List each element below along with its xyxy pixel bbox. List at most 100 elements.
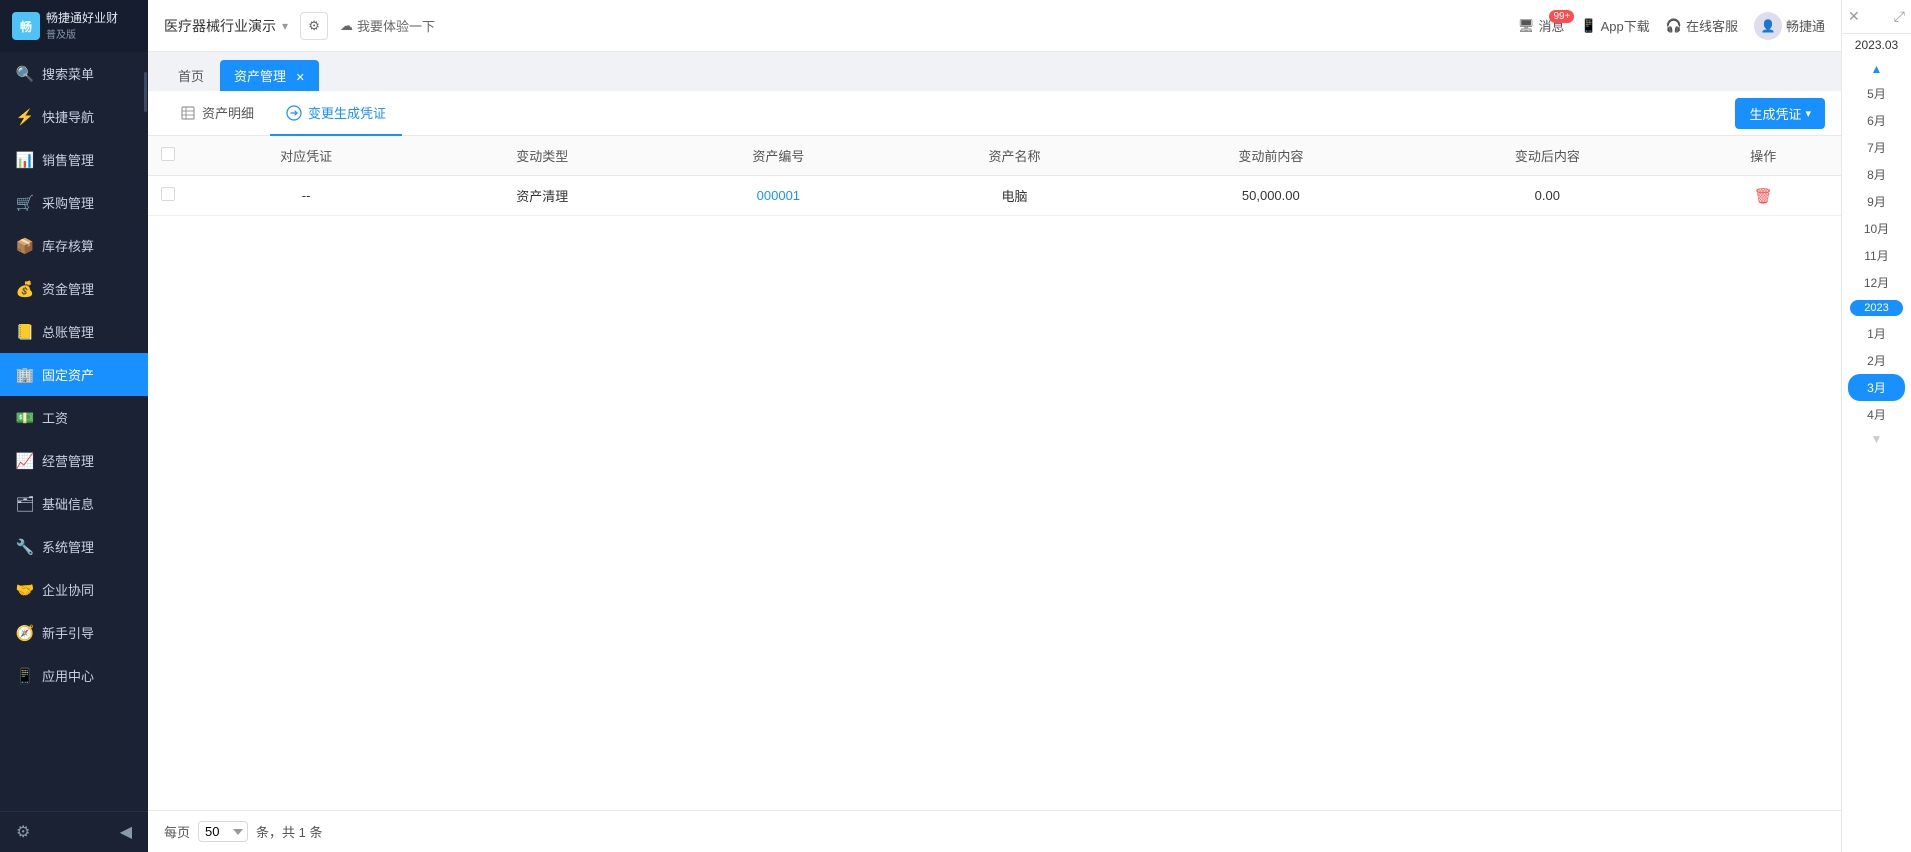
settings-icon[interactable]: ⚙	[16, 822, 30, 842]
sidebar-item-salary[interactable]: 💵 工资	[0, 396, 148, 439]
timeline: ▲ 5月6月7月8月9月10月11月12月20231月2月3月4月 ▼	[1842, 54, 1911, 852]
guide-icon: 🧭	[16, 624, 34, 642]
sidebar-item-label-inventory: 库存核算	[42, 236, 94, 255]
sidebar-item-basic-info[interactable]: 🗂 基础信息	[0, 482, 148, 525]
timeline-month-12[interactable]: 12月	[1842, 269, 1911, 296]
cell-asset-no-0: 000001	[660, 176, 896, 216]
header-checkbox-cell	[148, 136, 188, 176]
system-icon: 🔧	[16, 538, 34, 556]
sidebar-item-label-salary: 工资	[42, 408, 68, 427]
sidebar-item-label-purchase: 采购管理	[42, 193, 94, 212]
sidebar-scrollbar	[142, 52, 148, 811]
online-service-button[interactable]: 🎧 在线客服	[1666, 16, 1738, 35]
company-selector[interactable]: 医疗器械行业演示 ▾	[164, 16, 288, 36]
right-panel-close-icon[interactable]: ✕	[1848, 8, 1860, 25]
sidebar-item-operations[interactable]: 📈 经营管理	[0, 439, 148, 482]
tab-asset-management[interactable]: 资产管理 ✕	[220, 60, 319, 91]
header-checkbox[interactable]	[161, 147, 175, 161]
total-count: 条，共 1 条	[256, 822, 322, 841]
tab-close-icon[interactable]: ✕	[296, 72, 305, 84]
sidebar-item-label-system: 系统管理	[42, 537, 94, 556]
settings-button[interactable]: ⚙	[300, 12, 328, 40]
sidebar-logo: 畅 畅捷通好业财 普及版	[0, 0, 148, 52]
right-panel-expand-icon[interactable]: ⤢	[1894, 8, 1905, 25]
cell-change-type-0: 资产清理	[424, 176, 660, 216]
table-icon	[180, 105, 196, 121]
app-download-button[interactable]: 📱 App下载	[1580, 16, 1649, 35]
tab-asset-detail[interactable]: 资产明细	[164, 91, 270, 136]
funds-icon: 💰	[16, 280, 34, 298]
sidebar-item-fixed-assets[interactable]: 🏢 固定资产	[0, 353, 148, 396]
timeline-month-5[interactable]: 5月	[1842, 80, 1911, 107]
sidebar-item-purchase[interactable]: 🛒 采购管理	[0, 181, 148, 224]
collapse-icon[interactable]: ◀	[120, 822, 132, 842]
timeline-month-8[interactable]: 8月	[1842, 161, 1911, 188]
cell-after-change-0: 0.00	[1409, 176, 1686, 216]
cell-asset-name-0: 电脑	[896, 176, 1132, 216]
header-change-type: 变动类型	[424, 136, 660, 176]
timeline-month-3[interactable]: 3月	[1848, 374, 1905, 401]
timeline-current-label: 2023.03	[1842, 34, 1911, 54]
timeline-down-arrow[interactable]: ▼	[1842, 428, 1911, 450]
table-header-row: 对应凭证 变动类型 资产编号 资产名称 变动前内容 变动后内容 操作	[148, 136, 1841, 176]
timeline-month-11[interactable]: 11月	[1842, 242, 1911, 269]
timeline-month-9[interactable]: 9月	[1842, 188, 1911, 215]
header-before-change: 变动前内容	[1133, 136, 1410, 176]
right-panel: ✕ ⤢ 2023.03 ▲ 5月6月7月8月9月10月11月12月20231月2…	[1841, 0, 1911, 852]
tab-home[interactable]: 首页	[164, 60, 218, 91]
cell-before-change-0: 50,000.00	[1133, 176, 1410, 216]
timeline-month-7[interactable]: 7月	[1842, 134, 1911, 161]
timeline-month-2[interactable]: 2月	[1842, 347, 1911, 374]
experience-button[interactable]: ☁ 我要体验一下	[340, 16, 435, 35]
header-voucher: 对应凭证	[188, 136, 424, 176]
row-checkbox-0[interactable]	[161, 187, 175, 201]
sidebar-bottom: ⚙ ◀	[0, 811, 148, 852]
timeline-month-1[interactable]: 1月	[1842, 320, 1911, 347]
timeline-up-arrow[interactable]: ▲	[1842, 58, 1911, 80]
pagination-bar: 每页 50 10 20 100 条，共 1 条	[148, 810, 1841, 852]
topbar-right: 🖥 消息 99+ 📱 App下载 🎧 在线客服 👤 畅捷通	[1518, 12, 1825, 40]
tab-change-voucher[interactable]: 变更生成凭证	[270, 91, 402, 136]
service-icon: 🎧	[1666, 18, 1682, 34]
sidebar-item-guide[interactable]: 🧭 新手引导	[0, 611, 148, 654]
salary-icon: 💵	[16, 409, 34, 427]
timeline-month-10[interactable]: 10月	[1842, 215, 1911, 242]
fixed-assets-icon: 🏢	[16, 366, 34, 384]
sidebar-item-label-ledger: 总账管理	[42, 322, 94, 341]
app-center-icon: 📱	[16, 667, 34, 685]
change-icon	[286, 105, 302, 121]
timeline-month-4[interactable]: 4月	[1842, 401, 1911, 428]
inventory-icon: 📦	[16, 237, 34, 255]
topbar: 医疗器械行业演示 ▾ ⚙ ☁ 我要体验一下 🖥 消息 99+ 📱 App下载 🎧…	[148, 0, 1841, 52]
sidebar-item-system[interactable]: 🔧 系统管理	[0, 525, 148, 568]
generate-voucher-label: 生成凭证	[1749, 104, 1801, 123]
sidebar-item-quick-nav[interactable]: ⚡ 快捷导航	[0, 95, 148, 138]
sidebar-item-collaboration[interactable]: 🤝 企业协同	[0, 568, 148, 611]
delete-row-icon[interactable]: 🗑	[1754, 188, 1773, 205]
header-action: 操作	[1686, 136, 1841, 176]
sidebar-item-app-center[interactable]: 📱 应用中心	[0, 654, 148, 697]
sidebar-item-search[interactable]: 🔍 搜索菜单	[0, 52, 148, 95]
data-table: 对应凭证 变动类型 资产编号 资产名称 变动前内容 变动后内容 操作 -- 资产…	[148, 136, 1841, 216]
page-tabs: 首页 资产管理 ✕	[148, 52, 1841, 91]
messages-button[interactable]: 🖥 消息 99+	[1518, 16, 1565, 35]
sidebar: 畅 畅捷通好业财 普及版 🔍 搜索菜单 ⚡ 快捷导航 📊 销售管理 🛒 采购管理…	[0, 0, 148, 852]
purchase-icon: 🛒	[16, 194, 34, 212]
sidebar-item-label-app-center: 应用中心	[42, 666, 94, 685]
per-page-select[interactable]: 50 10 20 100	[198, 821, 248, 842]
sidebar-item-inventory[interactable]: 📦 库存核算	[0, 224, 148, 267]
search-icon: 🔍	[16, 65, 34, 83]
company-arrow-icon: ▾	[282, 19, 288, 33]
timeline-month-6[interactable]: 6月	[1842, 107, 1911, 134]
table-row: -- 资产清理 000001 电脑 50,000.00 0.00 🗑	[148, 176, 1841, 216]
sidebar-item-ledger[interactable]: 📒 总账管理	[0, 310, 148, 353]
user-menu[interactable]: 👤 畅捷通	[1754, 12, 1825, 40]
sidebar-item-label-quick-nav: 快捷导航	[42, 107, 94, 126]
generate-voucher-button[interactable]: 生成凭证 ▾	[1735, 98, 1825, 129]
main-content: 医疗器械行业演示 ▾ ⚙ ☁ 我要体验一下 🖥 消息 99+ 📱 App下载 🎧…	[148, 0, 1841, 852]
sidebar-item-funds[interactable]: 💰 资金管理	[0, 267, 148, 310]
sub-tabs: 资产明细 变更生成凭证 生成凭证 ▾	[148, 91, 1841, 136]
sidebar-item-label-sales: 销售管理	[42, 150, 94, 169]
sidebar-nav: 🔍 搜索菜单 ⚡ 快捷导航 📊 销售管理 🛒 采购管理 📦 库存核算 💰 资金管…	[0, 52, 148, 811]
sidebar-item-sales[interactable]: 📊 销售管理	[0, 138, 148, 181]
